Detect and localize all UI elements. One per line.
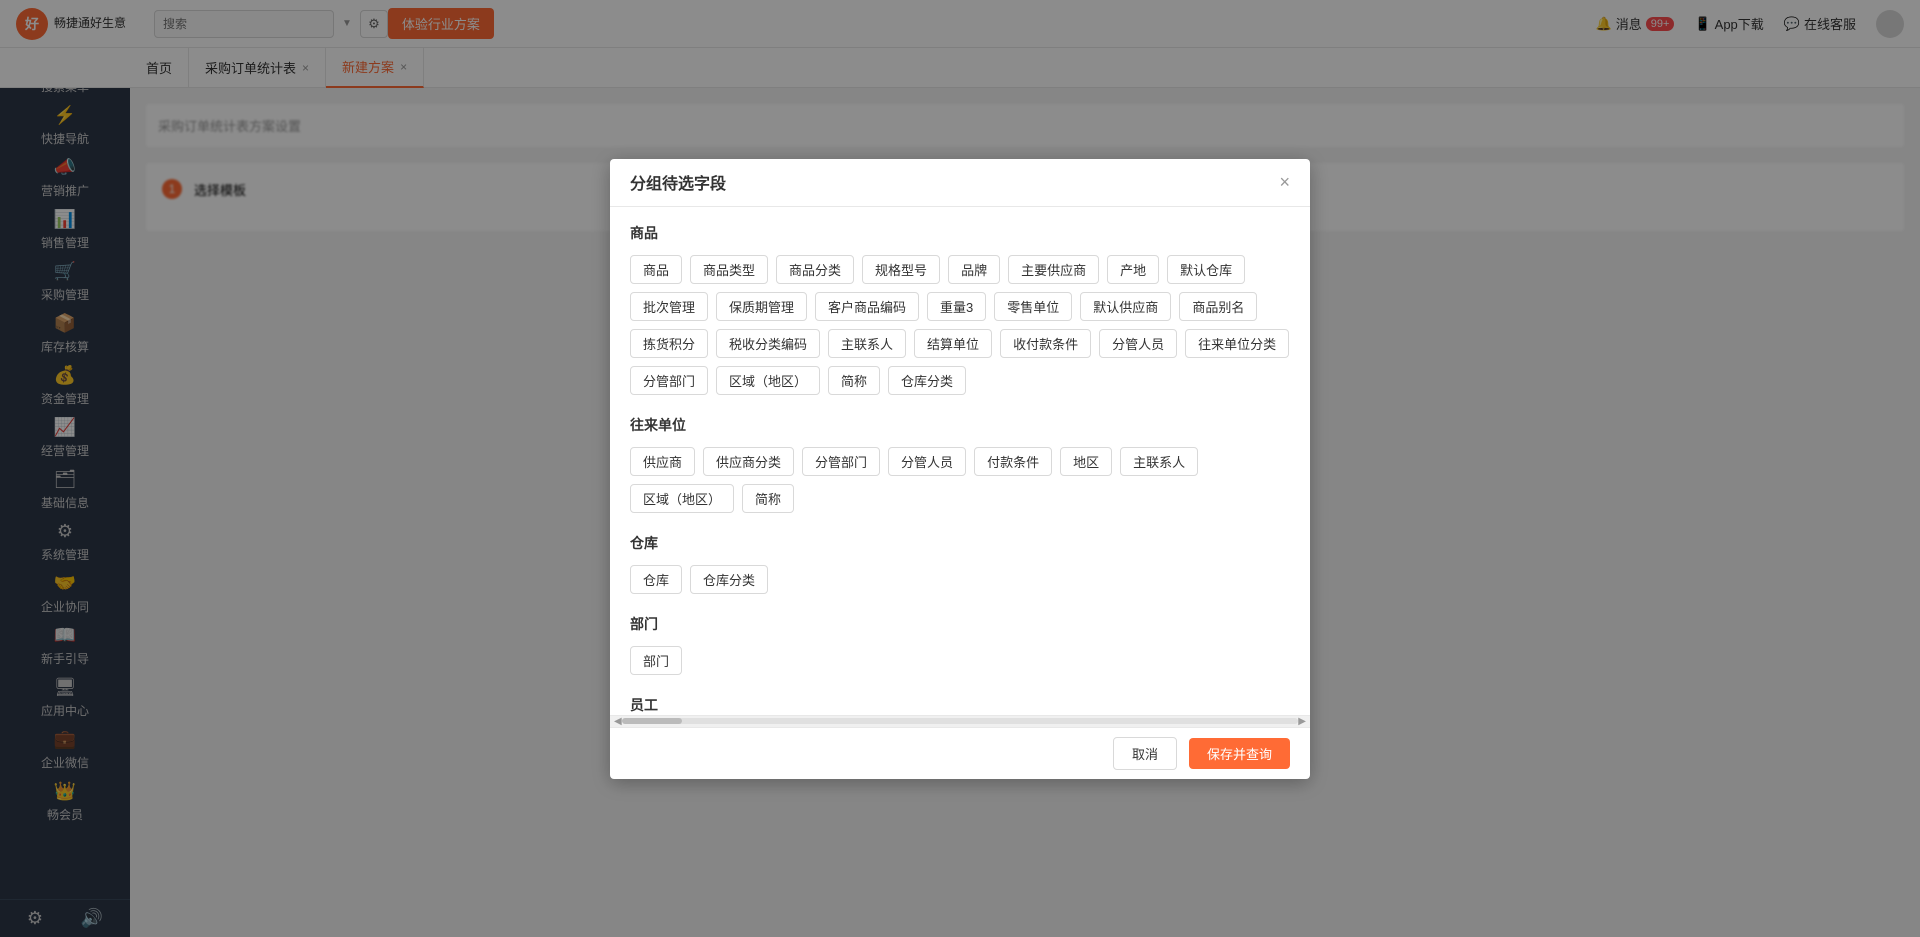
field-tag-2-0[interactable]: 仓库 (630, 565, 682, 594)
scroll-thumb (622, 718, 682, 724)
scroll-right-arrow[interactable]: ▶ (1298, 716, 1306, 727)
field-tag-0-21[interactable]: 往来单位分类 (1185, 329, 1289, 358)
field-tag-0-16[interactable]: 税收分类编码 (716, 329, 820, 358)
field-grid-0: 商品商品类型商品分类规格型号品牌主要供应商产地默认仓库批次管理保质期管理客户商品… (630, 255, 1290, 395)
scroll-left-arrow[interactable]: ◀ (614, 716, 622, 727)
field-tag-2-1[interactable]: 仓库分类 (690, 565, 768, 594)
modal-overlay: 分组待选字段 × 商品商品商品类型商品分类规格型号品牌主要供应商产地默认仓库批次… (0, 0, 1920, 937)
field-tag-1-2[interactable]: 分管部门 (802, 447, 880, 476)
modal-body[interactable]: 商品商品商品类型商品分类规格型号品牌主要供应商产地默认仓库批次管理保质期管理客户… (610, 207, 1310, 715)
field-tag-1-1[interactable]: 供应商分类 (703, 447, 794, 476)
field-tag-0-0[interactable]: 商品 (630, 255, 682, 284)
field-tag-0-11[interactable]: 重量3 (927, 292, 986, 321)
section-title-3: 部门 (630, 614, 1290, 634)
field-section-0: 商品商品商品类型商品分类规格型号品牌主要供应商产地默认仓库批次管理保质期管理客户… (630, 223, 1290, 395)
field-tag-1-0[interactable]: 供应商 (630, 447, 695, 476)
field-tag-0-3[interactable]: 规格型号 (862, 255, 940, 284)
field-tag-0-15[interactable]: 拣货积分 (630, 329, 708, 358)
field-select-modal: 分组待选字段 × 商品商品商品类型商品分类规格型号品牌主要供应商产地默认仓库批次… (610, 159, 1310, 779)
field-tag-0-25[interactable]: 仓库分类 (888, 366, 966, 395)
field-section-2: 仓库仓库仓库分类 (630, 533, 1290, 594)
field-tag-1-7[interactable]: 区域（地区） (630, 484, 734, 513)
field-tag-0-9[interactable]: 保质期管理 (716, 292, 807, 321)
field-tag-0-19[interactable]: 收付款条件 (1000, 329, 1091, 358)
field-tag-1-3[interactable]: 分管人员 (888, 447, 966, 476)
field-tag-0-23[interactable]: 区域（地区） (716, 366, 820, 395)
field-tag-0-4[interactable]: 品牌 (948, 255, 1000, 284)
confirm-button[interactable]: 保存并查询 (1189, 738, 1290, 769)
field-tag-0-1[interactable]: 商品类型 (690, 255, 768, 284)
field-grid-1: 供应商供应商分类分管部门分管人员付款条件地区主联系人区域（地区） 简称 (630, 447, 1290, 513)
field-grid-3: 部门 (630, 646, 1290, 675)
field-tag-0-7[interactable]: 默认仓库 (1167, 255, 1245, 284)
field-tag-0-20[interactable]: 分管人员 (1099, 329, 1177, 358)
modal-title: 分组待选字段 (630, 170, 726, 194)
horizontal-scrollbar[interactable]: ◀ ▶ (610, 715, 1310, 727)
modal-footer: 取消 保存并查询 (610, 727, 1310, 779)
field-tag-1-4[interactable]: 付款条件 (974, 447, 1052, 476)
field-tag-0-24[interactable]: 简称 (828, 366, 880, 395)
field-grid-2: 仓库仓库分类 (630, 565, 1290, 594)
section-title-4: 员工 (630, 695, 1290, 715)
field-tag-0-10[interactable]: 客户商品编码 (815, 292, 919, 321)
field-tag-0-18[interactable]: 结算单位 (914, 329, 992, 358)
field-tag-0-13[interactable]: 默认供应商 (1080, 292, 1171, 321)
scroll-track[interactable] (622, 718, 1299, 724)
section-title-1: 往来单位 (630, 415, 1290, 435)
field-tag-0-22[interactable]: 分管部门 (630, 366, 708, 395)
field-tag-0-14[interactable]: 商品别名 (1179, 292, 1257, 321)
field-section-4: 员工业务员 (630, 695, 1290, 715)
modal-header: 分组待选字段 × (610, 159, 1310, 207)
field-tag-0-17[interactable]: 主联系人 (828, 329, 906, 358)
field-tag-0-5[interactable]: 主要供应商 (1008, 255, 1099, 284)
field-tag-1-8[interactable]: 简称 (742, 484, 794, 513)
modal-close-button[interactable]: × (1279, 172, 1290, 193)
section-title-0: 商品 (630, 223, 1290, 243)
field-tag-3-0[interactable]: 部门 (630, 646, 682, 675)
field-tag-1-6[interactable]: 主联系人 (1120, 447, 1198, 476)
field-tag-1-5[interactable]: 地区 (1060, 447, 1112, 476)
field-tag-0-12[interactable]: 零售单位 (994, 292, 1072, 321)
field-section-3: 部门部门 (630, 614, 1290, 675)
field-section-1: 往来单位供应商供应商分类分管部门分管人员付款条件地区主联系人区域（地区） 简称 (630, 415, 1290, 513)
cancel-button[interactable]: 取消 (1113, 737, 1177, 770)
field-tag-0-2[interactable]: 商品分类 (776, 255, 854, 284)
field-tag-0-8[interactable]: 批次管理 (630, 292, 708, 321)
section-title-2: 仓库 (630, 533, 1290, 553)
field-tag-0-6[interactable]: 产地 (1107, 255, 1159, 284)
